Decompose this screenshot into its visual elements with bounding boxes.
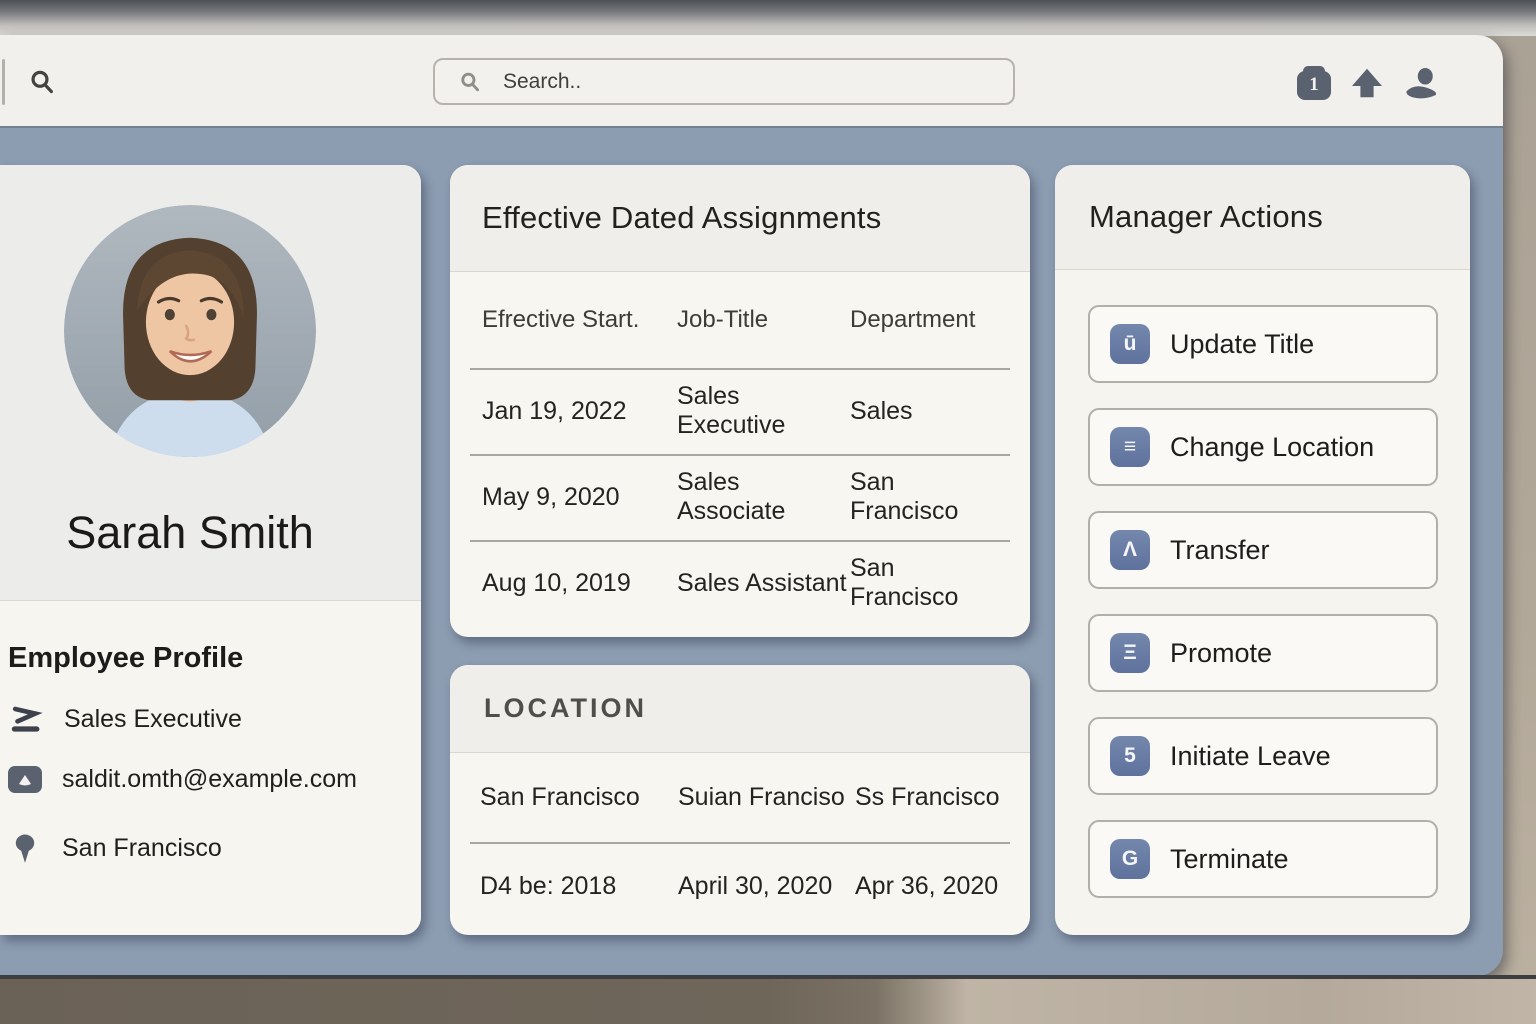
location-title: LOCATION [484, 693, 647, 723]
search-input-icon [457, 69, 483, 95]
cell-job-title: Sales Assistant [677, 568, 847, 597]
topbar-icon-group: 1 [1297, 65, 1443, 101]
cell-job-title: Sales Associate [677, 468, 786, 525]
app-window: 1 [0, 35, 1503, 976]
cell-department: Sales [850, 396, 913, 425]
location-card: LOCATION San Francisco Suian Franciso Ss… [450, 665, 1030, 935]
transfer-icon: Λ [1110, 530, 1150, 570]
window-edge-line [2, 59, 5, 105]
location-card-header: LOCATION [450, 665, 1030, 753]
job-title-text: Sales Executive [64, 704, 242, 733]
table-row: Jan 19, 2022 Sales Executive Sales [482, 368, 1003, 454]
manager-actions-header: Manager Actions [1055, 165, 1470, 270]
table-row: San Francisco Suian Franciso Ss Francisc… [480, 753, 1010, 842]
transfer-button[interactable]: Λ Transfer [1088, 511, 1438, 589]
cell-date: Jan 19, 2022 [482, 396, 627, 425]
table-row: May 9, 2020 Sales Associate San Francisc… [482, 454, 1003, 540]
cell-date-2: April 30, 2020 [678, 872, 833, 900]
desk-background [0, 975, 1536, 1024]
cell-location-3: Ss Francisco [855, 783, 1000, 811]
promote-button[interactable]: Ξ Promote [1088, 614, 1438, 692]
avatar [64, 205, 316, 457]
cell-department: San Francisco [850, 468, 959, 525]
assignments-card-header: Effective Dated Assignments [450, 165, 1030, 272]
column-effective-start: Efrective Start. [482, 306, 640, 333]
search-bar[interactable] [433, 58, 1015, 105]
location-pin-icon [8, 830, 42, 866]
user-profile-icon[interactable] [1403, 65, 1443, 101]
profile-photo-section: Sarah Smith [0, 165, 421, 601]
initiate-leave-label: Initiate Leave [1170, 740, 1331, 771]
employee-name: Sarah Smith [66, 507, 314, 558]
manager-actions-title: Manager Actions [1089, 199, 1323, 234]
profile-section-title: Employee Profile [8, 642, 244, 674]
change-location-button[interactable]: ≡ Change Location [1088, 408, 1438, 486]
cell-date: May 9, 2020 [482, 482, 620, 511]
table-row: D4 be: 2018 April 30, 2020 Apr 36, 2020 [480, 844, 1010, 929]
initiate-leave-button[interactable]: 5 Initiate Leave [1088, 717, 1438, 795]
search-icon[interactable] [26, 66, 58, 98]
cell-date-1: D4 be: 2018 [480, 872, 617, 900]
initiate-leave-icon: 5 [1110, 736, 1150, 776]
table-row: Aug 10, 2019 Sales Assistant San Francis… [482, 540, 1003, 626]
cell-date-3: Apr 36, 2020 [855, 872, 999, 900]
column-job-title: Job-Title [677, 306, 769, 333]
cell-job-title: Sales Executive [677, 382, 786, 439]
email-icon [8, 766, 42, 793]
search-input[interactable] [503, 69, 1013, 94]
notification-badge-icon[interactable]: 1 [1297, 65, 1331, 100]
profile-details-section: Employee Profile Sales Executive saldit.… [0, 602, 421, 935]
cell-location-2: Suian Franciso [678, 783, 845, 811]
manager-actions-card: Manager Actions ū Update Title ≡ Change … [1055, 165, 1470, 935]
upload-arrow-icon[interactable] [1349, 65, 1385, 101]
ambient-top-strip [0, 0, 1536, 36]
update-title-button[interactable]: ū Update Title [1088, 305, 1438, 383]
location-text: San Francisco [62, 833, 222, 862]
transfer-label: Transfer [1170, 534, 1270, 565]
profile-item-location: San Francisco [8, 830, 222, 866]
terminate-label: Terminate [1170, 843, 1289, 874]
assignments-table-header: Efrective Start. Job-Title Department [482, 272, 1003, 368]
profile-item-job-title: Sales Executive [8, 702, 242, 736]
briefcase-icon [8, 702, 44, 736]
update-title-icon: ū [1110, 324, 1150, 364]
cell-location-1: San Francisco [480, 783, 640, 811]
column-department: Department [850, 306, 976, 333]
email-text: saldit.omth@example.com [62, 765, 357, 793]
cell-department: San Francisco [850, 554, 959, 611]
notification-count: 1 [1309, 74, 1319, 95]
terminate-button[interactable]: G Terminate [1088, 820, 1438, 898]
effective-dated-assignments-card: Effective Dated Assignments Efrective St… [450, 165, 1030, 637]
employee-profile-card: Sarah Smith Employee Profile Sales Execu… [0, 165, 421, 935]
promote-icon: Ξ [1110, 633, 1150, 673]
terminate-icon: G [1110, 839, 1150, 879]
change-location-label: Change Location [1170, 431, 1375, 462]
top-navigation-bar: 1 [0, 35, 1503, 128]
promote-label: Promote [1170, 637, 1273, 668]
update-title-label: Update Title [1170, 328, 1315, 359]
profile-item-email: saldit.omth@example.com [8, 765, 357, 794]
cell-date: Aug 10, 2019 [482, 568, 631, 597]
assignments-title: Effective Dated Assignments [482, 200, 882, 235]
change-location-icon: ≡ [1110, 427, 1150, 467]
